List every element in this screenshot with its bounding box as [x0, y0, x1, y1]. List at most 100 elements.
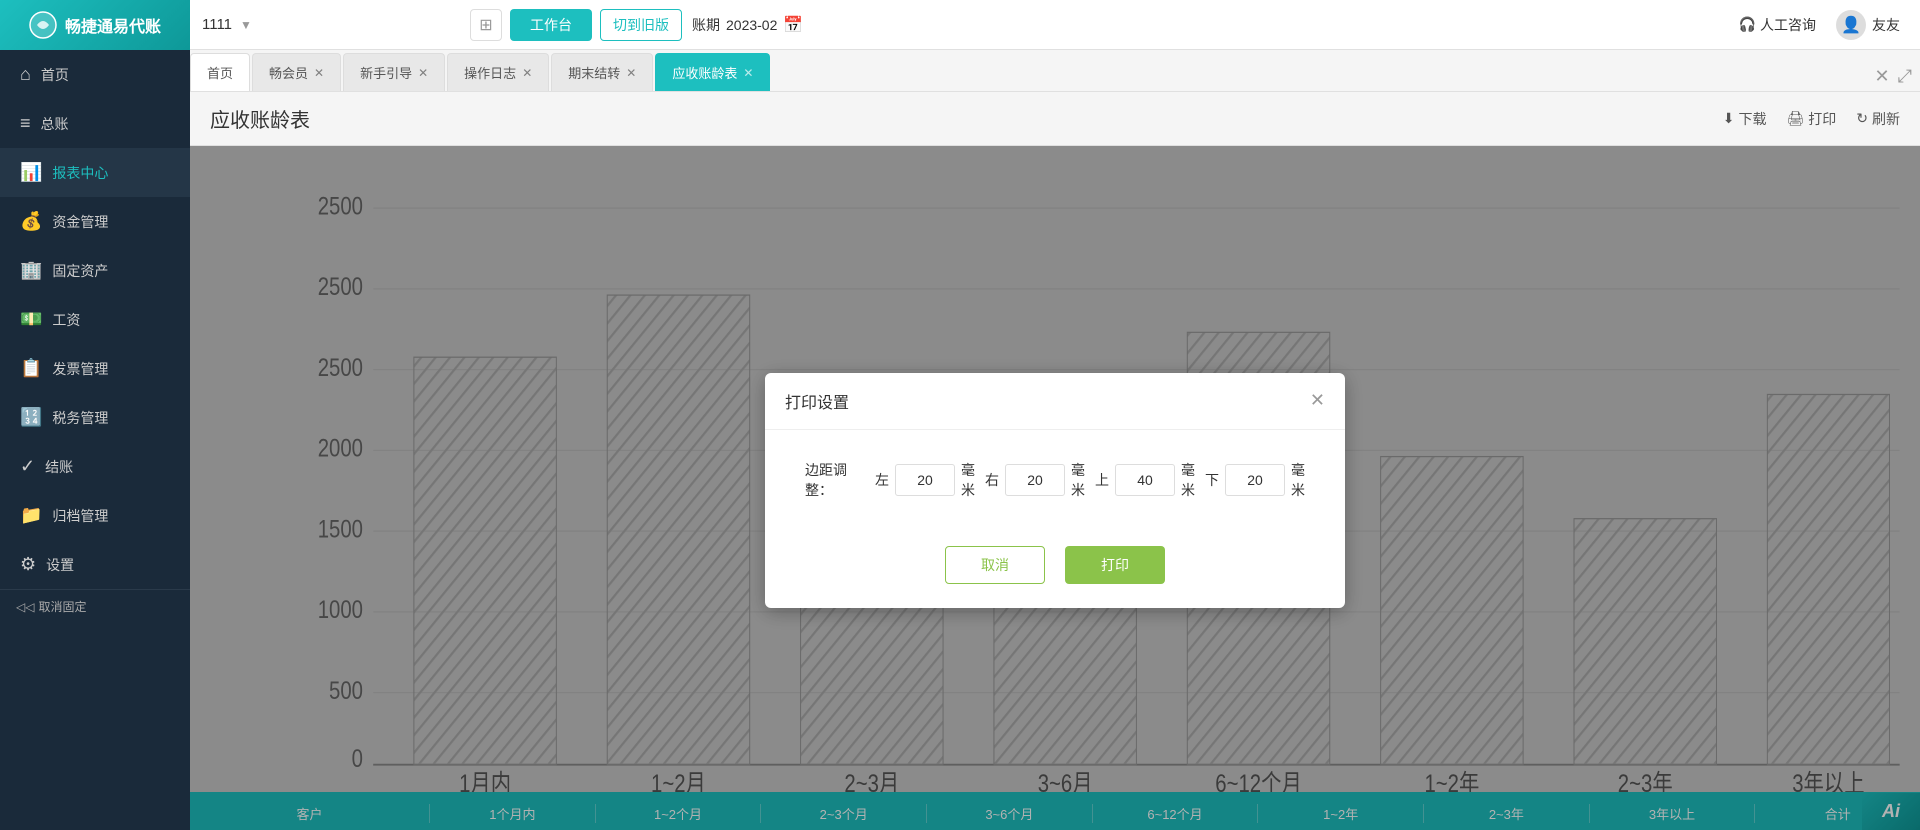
sidebar-item-label: 结账 — [45, 457, 73, 477]
page-actions: ⬇ 下载 🖨 打印 ↻ 刷新 — [1723, 109, 1900, 129]
sidebar-item-label: 发票管理 — [52, 359, 108, 379]
tab-guide-close[interactable]: ✕ — [418, 66, 428, 80]
workbench-button[interactable]: 工作台 — [510, 9, 592, 41]
bottom-margin-label: 下 — [1205, 470, 1219, 490]
tab-guide-label: 新手引导 — [360, 63, 412, 82]
sidebar-item-label: 设置 — [46, 555, 74, 575]
copy-button[interactable]: ⊞ — [470, 9, 502, 41]
tab-period-end[interactable]: 期末结转 ✕ — [551, 53, 653, 91]
tab-oplog[interactable]: 操作日志 ✕ — [447, 53, 549, 91]
sidebar-item-salary[interactable]: 💵 工资 — [0, 295, 190, 344]
bottom-margin-unit: 毫米 — [1291, 460, 1305, 500]
header-right: 🎧 人工咨询 👤 友友 — [1739, 10, 1920, 40]
support-link[interactable]: 🎧 人工咨询 — [1739, 15, 1816, 35]
sidebar-item-settings[interactable]: ⚙ 设置 — [0, 540, 190, 589]
right-margin-unit: 毫米 — [1071, 460, 1085, 500]
download-button[interactable]: ⬇ 下载 — [1723, 109, 1767, 129]
checkout-icon: ✓ — [20, 456, 35, 477]
reports-icon: 📊 — [20, 162, 42, 183]
sidebar-item-archive[interactable]: 📁 归档管理 — [0, 491, 190, 540]
tab-member-close[interactable]: ✕ — [314, 66, 324, 80]
dialog-body: 边距调整： 左 毫米 右 毫米 — [765, 430, 1345, 530]
user-menu[interactable]: 👤 友友 — [1836, 10, 1900, 40]
close-tab-button[interactable]: ✕ — [1875, 66, 1890, 87]
tab-period-end-label: 期末结转 — [568, 63, 620, 82]
company-selector[interactable]: 1111 ▼ — [190, 16, 470, 33]
fixed-assets-icon: 🏢 — [20, 260, 42, 281]
headset-icon: 🎧 — [1739, 16, 1756, 33]
bottom-margin-group: 下 毫米 — [1205, 460, 1305, 500]
period-value: 2023-02 — [726, 17, 777, 33]
calendar-icon[interactable]: 📅 — [783, 15, 803, 35]
right-margin-group: 右 毫米 — [985, 460, 1085, 500]
top-margin-unit: 毫米 — [1181, 460, 1195, 500]
switch-version-button[interactable]: 切到旧版 — [600, 9, 682, 41]
sidebar-item-ledger[interactable]: ≡ 总账 — [0, 99, 190, 148]
tab-guide[interactable]: 新手引导 ✕ — [343, 53, 445, 91]
sidebar-item-label: 税务管理 — [52, 408, 108, 428]
settings-icon: ⚙ — [20, 554, 36, 575]
app-header: 畅捷通易代账 1111 ▼ ⊞ 工作台 切到旧版 账期 2023-02 📅 🎧 … — [0, 0, 1920, 50]
sidebar-item-tax[interactable]: 🔢 税务管理 — [0, 393, 190, 442]
cancel-pin-button[interactable]: ◁◁ 取消固定 — [0, 589, 190, 623]
tab-period-end-close[interactable]: ✕ — [626, 66, 636, 80]
sidebar-item-home[interactable]: ⌂ 首页 — [0, 50, 190, 99]
margin-label: 边距调整： — [805, 460, 857, 500]
chart-region: 2500 2500 2500 2000 1500 1000 500 0 — [190, 146, 1920, 830]
cancel-print-button[interactable]: 取消 — [945, 546, 1045, 584]
sidebar-item-label: 固定资产 — [52, 261, 108, 281]
dialog-close-button[interactable]: ✕ — [1310, 390, 1325, 411]
tax-icon: 🔢 — [20, 407, 42, 428]
tab-member-label: 畅会员 — [269, 63, 308, 82]
main-layout: ⌂ 首页 ≡ 总账 📊 报表中心 💰 资金管理 🏢 固定资产 💵 工资 📋 发票… — [0, 50, 1920, 830]
refresh-icon: ↻ — [1856, 110, 1868, 127]
tab-oplog-close[interactable]: ✕ — [522, 66, 532, 80]
tab-home[interactable]: 首页 — [190, 53, 250, 91]
sidebar-item-label: 报表中心 — [52, 163, 108, 183]
tabs-actions: ✕ ⤢ — [1875, 66, 1920, 91]
left-margin-group: 左 毫米 — [875, 460, 975, 500]
tab-aging-label: 应收账龄表 — [672, 63, 737, 82]
print-icon: 🖨 — [1786, 110, 1804, 127]
top-margin-input[interactable] — [1115, 464, 1175, 496]
print-button[interactable]: 🖨 打印 — [1786, 109, 1836, 129]
tab-oplog-label: 操作日志 — [464, 63, 516, 82]
top-margin-label: 上 — [1095, 470, 1109, 490]
sidebar-item-label: 资金管理 — [52, 212, 108, 232]
bottom-margin-input[interactable] — [1225, 464, 1285, 496]
right-margin-input[interactable] — [1005, 464, 1065, 496]
left-margin-input[interactable] — [895, 464, 955, 496]
period-label: 账期 — [692, 15, 720, 35]
archive-icon: 📁 — [20, 505, 42, 526]
tabs-bar: 首页 畅会员 ✕ 新手引导 ✕ 操作日志 ✕ 期末结转 ✕ 应收账龄表 ✕ — [190, 50, 1920, 92]
left-margin-unit: 毫米 — [961, 460, 975, 500]
sidebar-item-reports[interactable]: 📊 报表中心 — [0, 148, 190, 197]
refresh-button[interactable]: ↻ 刷新 — [1856, 109, 1900, 129]
content-area: 首页 畅会员 ✕ 新手引导 ✕ 操作日志 ✕ 期末结转 ✕ 应收账龄表 ✕ — [190, 50, 1920, 830]
tab-home-label: 首页 — [207, 63, 233, 82]
funds-icon: 💰 — [20, 211, 42, 232]
right-margin-label: 右 — [985, 470, 999, 490]
maximize-tab-button[interactable]: ⤢ — [1898, 66, 1912, 87]
page-header: 应收账龄表 ⬇ 下载 🖨 打印 ↻ 刷新 — [190, 92, 1920, 146]
print-label: 打印 — [1808, 109, 1836, 129]
sidebar-item-label: 总账 — [41, 114, 69, 134]
confirm-print-button[interactable]: 打印 — [1065, 546, 1165, 584]
sidebar-item-checkout[interactable]: ✓ 结账 — [0, 442, 190, 491]
dialog-footer: 取消 打印 — [765, 530, 1345, 608]
page-title: 应收账龄表 — [210, 104, 310, 133]
sidebar-item-invoice[interactable]: 📋 发票管理 — [0, 344, 190, 393]
home-icon: ⌂ — [20, 64, 31, 85]
cancel-pin-label: 取消固定 — [38, 598, 86, 615]
tab-member[interactable]: 畅会员 ✕ — [252, 53, 341, 91]
sidebar-item-funds[interactable]: 💰 资金管理 — [0, 197, 190, 246]
tab-aging[interactable]: 应收账龄表 ✕ — [655, 53, 770, 91]
tab-aging-close[interactable]: ✕ — [743, 66, 753, 80]
top-margin-group: 上 毫米 — [1095, 460, 1195, 500]
sidebar-item-label: 工资 — [52, 310, 80, 330]
sidebar-item-label: 首页 — [41, 65, 69, 85]
sidebar-item-fixed-assets[interactable]: 🏢 固定资产 — [0, 246, 190, 295]
company-name: 1111 — [202, 16, 232, 33]
dialog-title: 打印设置 — [785, 389, 849, 413]
support-label: 人工咨询 — [1760, 15, 1816, 35]
